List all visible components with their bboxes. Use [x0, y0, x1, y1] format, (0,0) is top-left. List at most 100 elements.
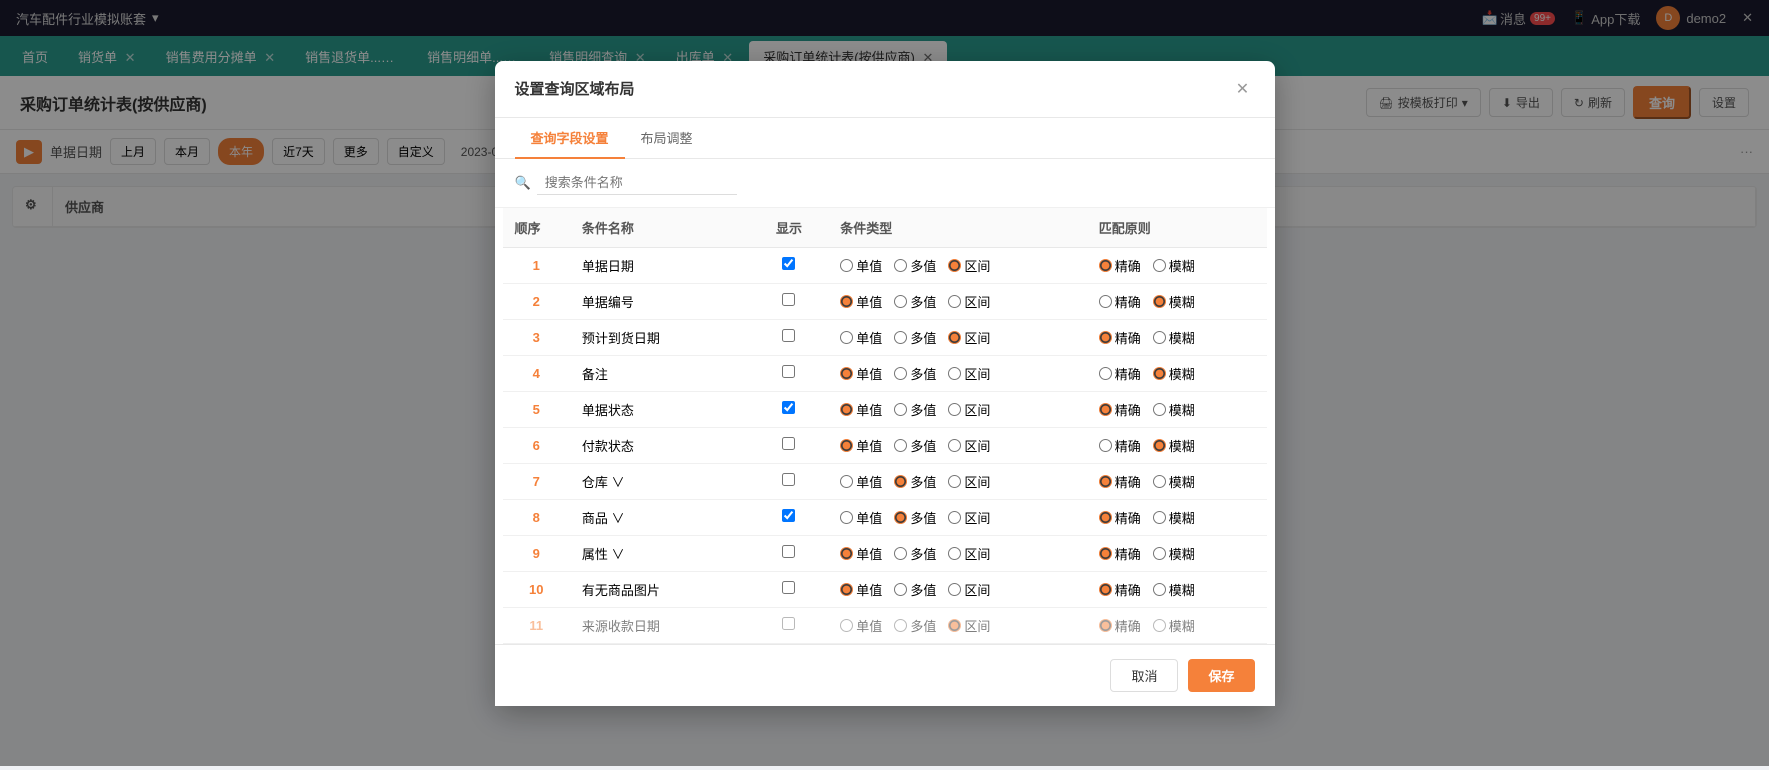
match-radio-label[interactable]: 精确	[1099, 328, 1141, 347]
type-radio[interactable]	[840, 547, 853, 560]
match-radio[interactable]	[1099, 295, 1112, 308]
match-radio-label[interactable]: 模糊	[1153, 544, 1195, 563]
match-radio-label[interactable]: 精确	[1099, 616, 1141, 635]
type-radio[interactable]	[948, 259, 961, 272]
match-radio[interactable]	[1153, 619, 1166, 632]
type-radio-label[interactable]: 多值	[894, 580, 936, 599]
match-radio-label[interactable]: 精确	[1099, 472, 1141, 491]
type-radio-label[interactable]: 单值	[840, 292, 882, 311]
match-radio[interactable]	[1153, 583, 1166, 596]
type-radio-label[interactable]: 单值	[840, 400, 882, 419]
match-radio-label[interactable]: 模糊	[1153, 400, 1195, 419]
type-radio-label[interactable]: 区间	[948, 328, 990, 347]
match-radio[interactable]	[1153, 259, 1166, 272]
type-radio[interactable]	[894, 619, 907, 632]
type-radio[interactable]	[948, 511, 961, 524]
display-checkbox[interactable]	[782, 545, 795, 558]
match-radio-label[interactable]: 模糊	[1153, 328, 1195, 347]
match-radio[interactable]	[1099, 583, 1112, 596]
match-radio-label[interactable]: 模糊	[1153, 292, 1195, 311]
type-radio[interactable]	[948, 619, 961, 632]
type-radio[interactable]	[894, 439, 907, 452]
match-radio[interactable]	[1099, 367, 1112, 380]
match-radio[interactable]	[1153, 511, 1166, 524]
type-radio[interactable]	[948, 331, 961, 344]
type-radio[interactable]	[840, 511, 853, 524]
display-checkbox[interactable]	[782, 617, 795, 630]
modal-overlay[interactable]: 设置查询区域布局 ✕ 查询字段设置 布局调整 🔍 顺序 条件名称	[0, 0, 1769, 766]
display-checkbox[interactable]	[782, 293, 795, 306]
type-radio[interactable]	[948, 403, 961, 416]
type-radio[interactable]	[894, 295, 907, 308]
type-radio-label[interactable]: 多值	[894, 328, 936, 347]
match-radio-label[interactable]: 模糊	[1153, 580, 1195, 599]
type-radio-label[interactable]: 单值	[840, 472, 882, 491]
type-radio-label[interactable]: 多值	[894, 544, 936, 563]
type-radio-label[interactable]: 多值	[894, 508, 936, 527]
type-radio-label[interactable]: 区间	[948, 616, 990, 635]
match-radio-label[interactable]: 精确	[1099, 400, 1141, 419]
type-radio-label[interactable]: 多值	[894, 616, 936, 635]
type-radio[interactable]	[894, 547, 907, 560]
type-radio[interactable]	[894, 259, 907, 272]
display-checkbox[interactable]	[782, 509, 795, 522]
display-checkbox[interactable]	[782, 329, 795, 342]
match-radio-label[interactable]: 精确	[1099, 364, 1141, 383]
display-checkbox[interactable]	[782, 473, 795, 486]
match-radio[interactable]	[1099, 403, 1112, 416]
type-radio-label[interactable]: 单值	[840, 616, 882, 635]
save-button[interactable]: 保存	[1188, 659, 1254, 692]
type-radio-label[interactable]: 单值	[840, 580, 882, 599]
match-radio[interactable]	[1099, 259, 1112, 272]
display-checkbox[interactable]	[782, 581, 795, 594]
type-radio[interactable]	[840, 475, 853, 488]
match-radio-label[interactable]: 模糊	[1153, 256, 1195, 275]
match-radio[interactable]	[1153, 547, 1166, 560]
type-radio[interactable]	[840, 295, 853, 308]
type-radio[interactable]	[840, 583, 853, 596]
cancel-button[interactable]: 取消	[1110, 659, 1178, 692]
match-radio-label[interactable]: 模糊	[1153, 436, 1195, 455]
type-radio[interactable]	[948, 367, 961, 380]
type-radio-label[interactable]: 区间	[948, 508, 990, 527]
type-radio-label[interactable]: 区间	[948, 580, 990, 599]
display-checkbox[interactable]	[782, 257, 795, 270]
match-radio[interactable]	[1099, 439, 1112, 452]
type-radio-label[interactable]: 区间	[948, 292, 990, 311]
type-radio[interactable]	[840, 331, 853, 344]
type-radio[interactable]	[840, 619, 853, 632]
match-radio[interactable]	[1153, 331, 1166, 344]
type-radio-label[interactable]: 多值	[894, 364, 936, 383]
type-radio-label[interactable]: 单值	[840, 256, 882, 275]
type-radio-label[interactable]: 多值	[894, 292, 936, 311]
display-checkbox[interactable]	[782, 437, 795, 450]
type-radio-label[interactable]: 多值	[894, 400, 936, 419]
match-radio[interactable]	[1099, 619, 1112, 632]
type-radio[interactable]	[894, 331, 907, 344]
type-radio-label[interactable]: 区间	[948, 400, 990, 419]
type-radio[interactable]	[840, 367, 853, 380]
match-radio[interactable]	[1153, 439, 1166, 452]
display-checkbox[interactable]	[782, 401, 795, 414]
type-radio[interactable]	[894, 511, 907, 524]
tab-layout[interactable]: 布局调整	[625, 118, 709, 159]
type-radio-label[interactable]: 单值	[840, 544, 882, 563]
type-radio-label[interactable]: 多值	[894, 256, 936, 275]
type-radio[interactable]	[948, 295, 961, 308]
match-radio[interactable]	[1153, 475, 1166, 488]
match-radio-label[interactable]: 模糊	[1153, 616, 1195, 635]
type-radio[interactable]	[894, 475, 907, 488]
type-radio[interactable]	[894, 583, 907, 596]
match-radio-label[interactable]: 精确	[1099, 580, 1141, 599]
type-radio[interactable]	[894, 403, 907, 416]
match-radio-label[interactable]: 精确	[1099, 256, 1141, 275]
type-radio-label[interactable]: 区间	[948, 544, 990, 563]
match-radio[interactable]	[1099, 511, 1112, 524]
type-radio[interactable]	[894, 367, 907, 380]
type-radio[interactable]	[948, 583, 961, 596]
match-radio[interactable]	[1099, 547, 1112, 560]
match-radio-label[interactable]: 精确	[1099, 508, 1141, 527]
type-radio-label[interactable]: 单值	[840, 436, 882, 455]
match-radio-label[interactable]: 模糊	[1153, 472, 1195, 491]
type-radio-label[interactable]: 多值	[894, 472, 936, 491]
